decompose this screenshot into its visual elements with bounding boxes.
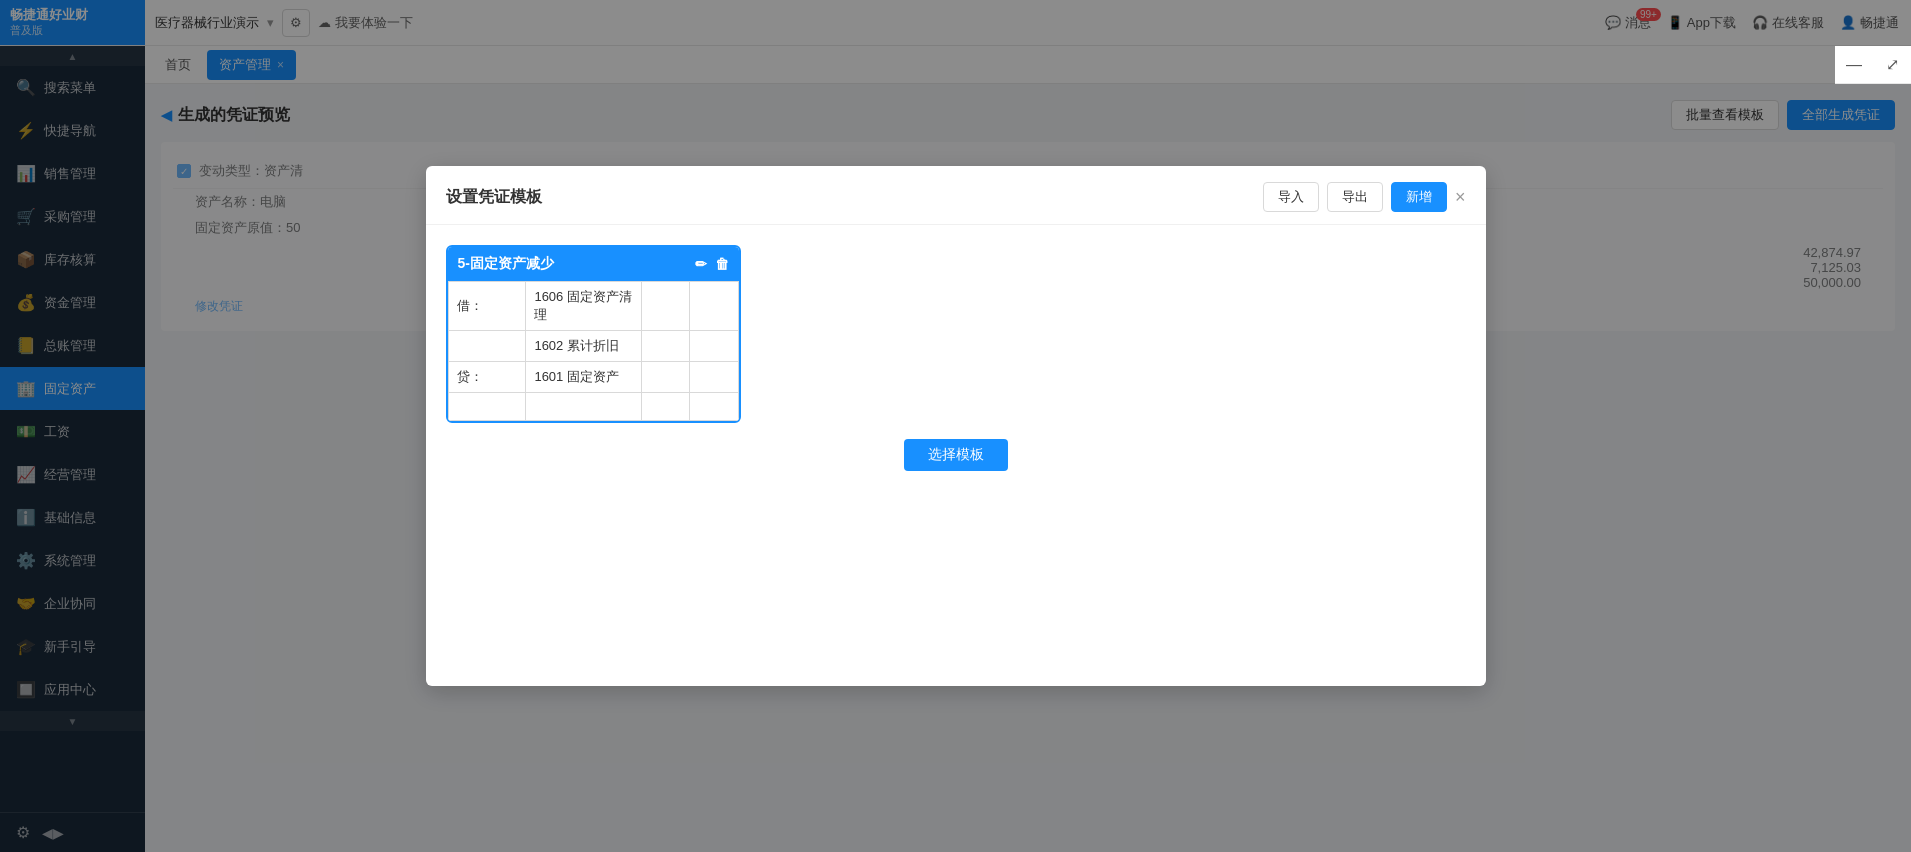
modal-close-btn[interactable]: × — [1455, 187, 1466, 208]
row1-label: 借： — [448, 282, 526, 331]
modal-title: 设置凭证模板 — [446, 187, 542, 208]
row2-label — [448, 331, 526, 362]
template-card: 5-固定资产减少 ✏ 🗑 借： 1606 固定资产清理 — [446, 245, 741, 423]
select-template-btn[interactable]: 选择模板 — [904, 439, 1008, 471]
row3-label: 贷： — [448, 362, 526, 393]
template-card-header: 5-固定资产减少 ✏ 🗑 — [448, 247, 739, 281]
modal-actions: 导入 导出 新增 — [1263, 182, 1447, 212]
modal-body: 5-固定资产减少 ✏ 🗑 借： 1606 固定资产清理 — [426, 225, 1486, 686]
template-card-icons: ✏ 🗑 — [695, 256, 729, 272]
row2-credit — [690, 331, 738, 362]
modal-overlay: 设置凭证模板 导入 导出 新增 × 5-固定资产减少 ✏ 🗑 — [0, 0, 1911, 852]
row2-debit — [642, 331, 690, 362]
window-controls: — ⤢ — [1835, 46, 1911, 84]
template-table-wrapper: 借： 1606 固定资产清理 1602 累计折旧 — [448, 281, 739, 421]
modal-header: 设置凭证模板 导入 导出 新增 × — [426, 166, 1486, 225]
template-edit-icon[interactable]: ✏ — [695, 256, 707, 272]
row1-account: 1606 固定资产清理 — [526, 282, 642, 331]
new-btn[interactable]: 新增 — [1391, 182, 1447, 212]
maximize-btn[interactable]: ⤢ — [1873, 46, 1911, 84]
row4-debit — [642, 393, 690, 421]
row4-credit — [690, 393, 738, 421]
template-row-2: 1602 累计折旧 — [448, 331, 738, 362]
row1-debit — [642, 282, 690, 331]
template-row-3: 贷： 1601 固定资产 — [448, 362, 738, 393]
minimize-btn[interactable]: — — [1835, 46, 1873, 84]
template-card-title: 5-固定资产减少 — [458, 255, 554, 273]
row3-debit — [642, 362, 690, 393]
modal-set-template: 设置凭证模板 导入 导出 新增 × 5-固定资产减少 ✏ 🗑 — [426, 166, 1486, 686]
import-btn[interactable]: 导入 — [1263, 182, 1319, 212]
export-btn[interactable]: 导出 — [1327, 182, 1383, 212]
select-template-area: 选择模板 — [446, 439, 1466, 471]
template-delete-icon[interactable]: 🗑 — [715, 256, 729, 272]
template-row-4 — [448, 393, 738, 421]
row1-credit — [690, 282, 738, 331]
row2-account: 1602 累计折旧 — [526, 331, 642, 362]
template-row-1: 借： 1606 固定资产清理 — [448, 282, 738, 331]
row4-label — [448, 393, 526, 421]
template-table: 借： 1606 固定资产清理 1602 累计折旧 — [448, 281, 739, 421]
row3-credit — [690, 362, 738, 393]
row3-account: 1601 固定资产 — [526, 362, 642, 393]
row4-account — [526, 393, 642, 421]
